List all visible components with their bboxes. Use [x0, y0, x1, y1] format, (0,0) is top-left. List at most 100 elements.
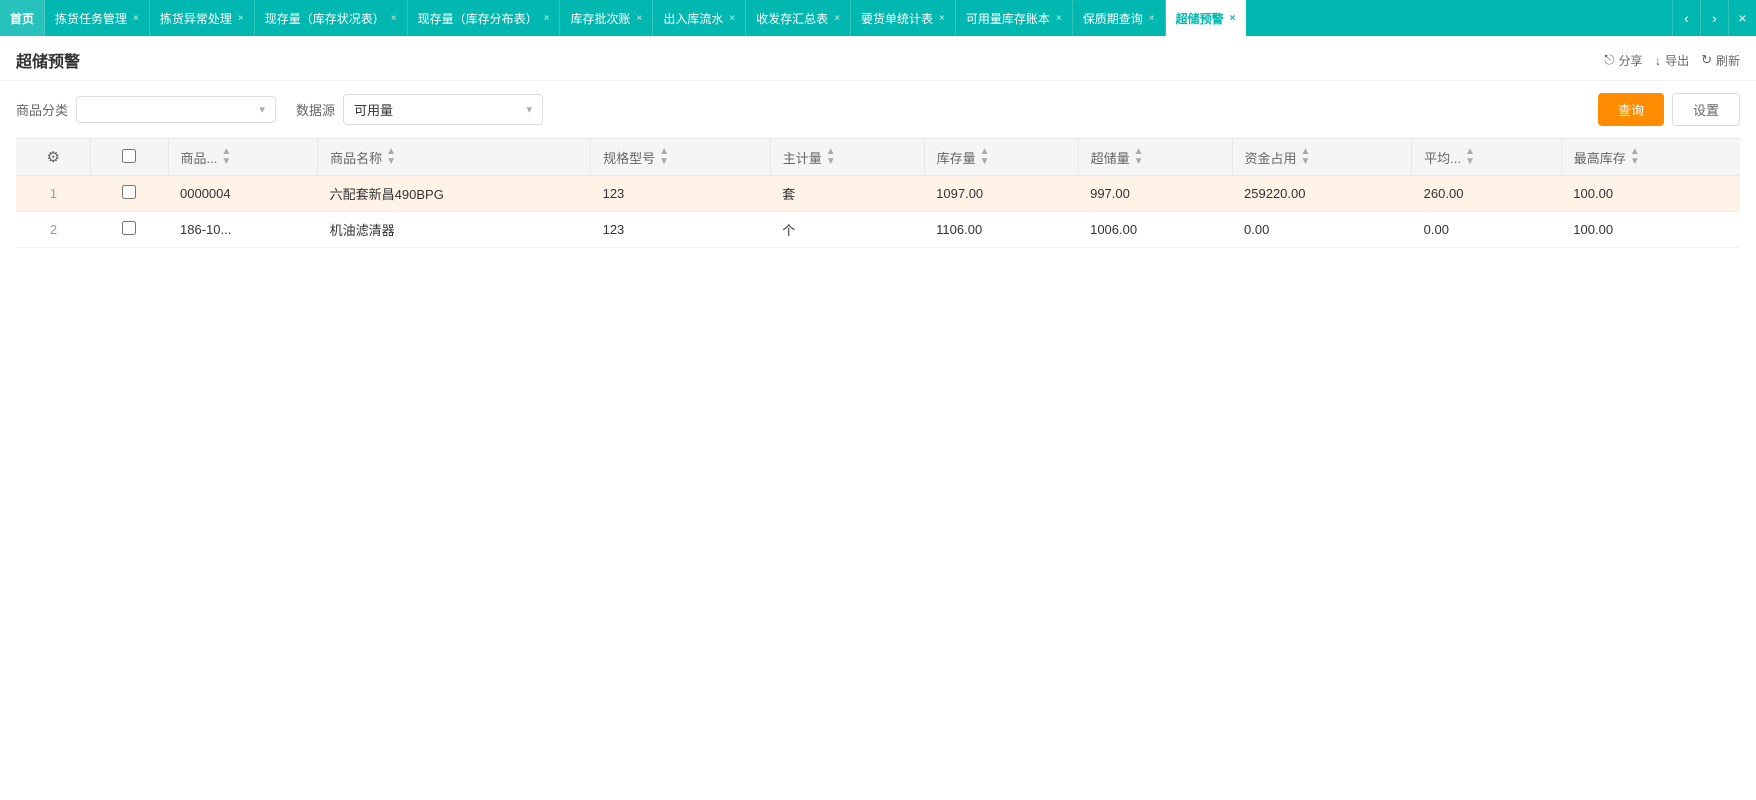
row-stock: 1097.00 — [924, 176, 1078, 212]
nav-arrows: ‹ › × — [1672, 0, 1756, 36]
nav-item-kucunpici[interactable]: 库存批次账 × — [560, 0, 653, 36]
page-header: 超储预警 ⎋ 分享 ↓ 导出 ↻ 刷新 — [0, 36, 1756, 81]
table-container: ⚙ 商品... ▲▼ 商品名称 ▲▼ — [0, 138, 1756, 248]
column-overstock[interactable]: 超储量 ▲▼ — [1078, 139, 1232, 176]
nav-item-chaochuyujing[interactable]: 超储预警 × — [1166, 0, 1247, 36]
gear-icon[interactable]: ⚙ — [47, 149, 60, 166]
page-content: 超储预警 ⎋ 分享 ↓ 导出 ↻ 刷新 商品分类 ▾ 数据源 — [0, 36, 1756, 800]
header-actions: ⎋ 分享 ↓ 导出 ↻ 刷新 — [1604, 52, 1740, 69]
settings-button[interactable]: 设置 — [1672, 93, 1740, 126]
nav-item-xiancunliang1[interactable]: 现存量（库存状况表） × — [255, 0, 408, 36]
category-select[interactable]: ▾ — [76, 96, 276, 123]
row-overstock: 997.00 — [1078, 176, 1232, 212]
close-icon[interactable]: × — [133, 13, 139, 24]
row-checkbox[interactable] — [122, 185, 136, 199]
row-product-code: 0000004 — [168, 176, 318, 212]
category-select-value — [87, 102, 91, 117]
category-label: 商品分类 — [16, 100, 68, 119]
column-checkbox[interactable] — [91, 139, 168, 176]
row-product-name: 六配套新昌490BPG — [318, 176, 591, 212]
share-icon: ⎋ — [1604, 52, 1614, 68]
page-title: 超储预警 — [16, 48, 80, 72]
nav-arrow-close[interactable]: × — [1728, 0, 1756, 36]
row-checkbox-cell[interactable] — [91, 212, 168, 248]
row-product-name: 机油滤清器 — [318, 212, 591, 248]
chevron-down-icon: ▾ — [259, 103, 265, 116]
close-icon[interactable]: × — [1149, 13, 1155, 24]
sort-icon: ▲▼ — [386, 147, 396, 167]
sort-icon: ▲▼ — [826, 147, 836, 167]
row-max-stock: 100.00 — [1561, 212, 1740, 248]
row-product-code: 186-10... — [168, 212, 318, 248]
row-max-stock: 100.00 — [1561, 176, 1740, 212]
table-row: 1 0000004 六配套新昌490BPG 123 套 1097.00 997.… — [16, 176, 1740, 212]
datasource-label: 数据源 — [296, 100, 335, 119]
nav-home[interactable]: 首页 — [0, 0, 45, 36]
row-checkbox[interactable] — [122, 221, 136, 235]
row-overstock: 1006.00 — [1078, 212, 1232, 248]
sort-icon: ▲▼ — [980, 147, 990, 167]
datasource-select[interactable]: 可用量 ▾ — [343, 94, 543, 125]
sort-icon: ▲▼ — [1134, 147, 1144, 167]
close-icon[interactable]: × — [834, 13, 840, 24]
row-number: 1 — [16, 176, 91, 212]
query-button[interactable]: 查询 — [1598, 93, 1664, 126]
nav-item-keyongliang[interactable]: 可用量库存账本 × — [956, 0, 1073, 36]
column-capital[interactable]: 资金占用 ▲▼ — [1232, 139, 1412, 176]
share-button[interactable]: ⎋ 分享 — [1604, 52, 1642, 69]
row-avg: 260.00 — [1412, 176, 1562, 212]
nav-item-jianhuorenwu[interactable]: 拣货任务管理 × — [45, 0, 150, 36]
datasource-filter-group: 数据源 可用量 ▾ — [296, 94, 543, 125]
sort-icon: ▲▼ — [221, 147, 231, 167]
table-row: 2 186-10... 机油滤清器 123 个 1106.00 1006.00 … — [16, 212, 1740, 248]
nav-item-yaohuo[interactable]: 要货单统计表 × — [851, 0, 956, 36]
row-spec: 123 — [591, 176, 771, 212]
column-unit[interactable]: 主计量 ▲▼ — [770, 139, 924, 176]
nav-item-churukuliushui[interactable]: 出入库流水 × — [653, 0, 746, 36]
table-header-row: ⚙ 商品... ▲▼ 商品名称 ▲▼ — [16, 139, 1740, 176]
datasource-select-value: 可用量 — [354, 100, 393, 119]
row-spec: 123 — [591, 212, 771, 248]
nav-item-baozhi[interactable]: 保质期查询 × — [1073, 0, 1166, 36]
category-filter-group: 商品分类 ▾ — [16, 96, 276, 123]
column-product-code[interactable]: 商品... ▲▼ — [168, 139, 318, 176]
column-max-stock[interactable]: 最高库存 ▲▼ — [1561, 139, 1740, 176]
sort-icon: ▲▼ — [1630, 147, 1640, 167]
close-icon[interactable]: × — [238, 13, 244, 24]
export-icon: ↓ — [1655, 53, 1662, 68]
chevron-down-icon: ▾ — [527, 103, 533, 116]
column-product-name[interactable]: 商品名称 ▲▼ — [318, 139, 591, 176]
row-checkbox-cell[interactable] — [91, 176, 168, 212]
table-body: 1 0000004 六配套新昌490BPG 123 套 1097.00 997.… — [16, 176, 1740, 248]
row-unit: 套 — [770, 176, 924, 212]
close-icon[interactable]: × — [544, 13, 550, 24]
close-icon[interactable]: × — [636, 13, 642, 24]
sort-icon: ▲▼ — [659, 147, 669, 167]
export-button[interactable]: ↓ 导出 — [1655, 52, 1690, 69]
nav-item-xiancunliang2[interactable]: 现存量（库存分布表） × — [408, 0, 561, 36]
sort-icon: ▲▼ — [1465, 147, 1475, 167]
column-stock[interactable]: 库存量 ▲▼ — [924, 139, 1078, 176]
nav-bar: 首页 拣货任务管理 × 拣货异常处理 × 现存量（库存状况表） × 现存量（库存… — [0, 0, 1756, 36]
column-avg[interactable]: 平均... ▲▼ — [1412, 139, 1562, 176]
filter-button-group: 查询 设置 — [1598, 93, 1740, 126]
refresh-icon: ↻ — [1701, 52, 1712, 68]
nav-item-shoufacun[interactable]: 收发存汇总表 × — [746, 0, 851, 36]
row-capital: 0.00 — [1232, 212, 1412, 248]
nav-arrow-right[interactable]: › — [1700, 0, 1728, 36]
close-icon[interactable]: × — [391, 13, 397, 24]
refresh-button[interactable]: ↻ 刷新 — [1701, 52, 1740, 69]
row-avg: 0.00 — [1412, 212, 1562, 248]
nav-arrow-left[interactable]: ‹ — [1672, 0, 1700, 36]
row-number: 2 — [16, 212, 91, 248]
close-icon[interactable]: × — [939, 13, 945, 24]
close-icon[interactable]: × — [1056, 13, 1062, 24]
select-all-checkbox[interactable] — [122, 149, 136, 163]
column-spec[interactable]: 规格型号 ▲▼ — [591, 139, 771, 176]
sort-icon: ▲▼ — [1301, 147, 1311, 167]
nav-item-jianhuoyichang[interactable]: 拣货异常处理 × — [150, 0, 255, 36]
close-icon[interactable]: × — [729, 13, 735, 24]
column-settings[interactable]: ⚙ — [16, 139, 91, 176]
data-table: ⚙ 商品... ▲▼ 商品名称 ▲▼ — [16, 138, 1740, 248]
close-icon[interactable]: × — [1230, 13, 1236, 24]
